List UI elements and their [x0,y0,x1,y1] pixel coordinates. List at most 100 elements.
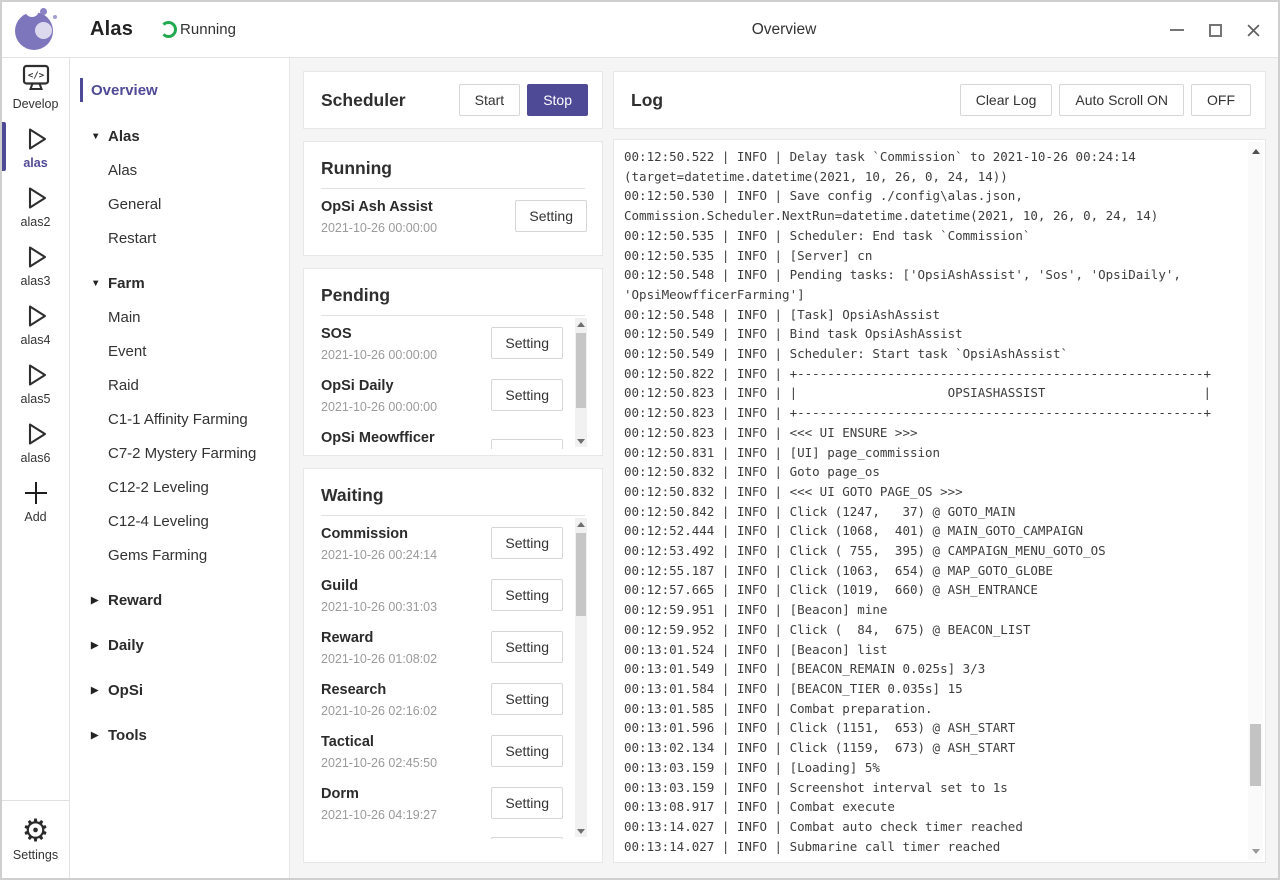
task-row: Guild 2021-10-26 00:31:03 Setting [321,568,563,620]
scrollbar-thumb[interactable] [1250,724,1261,786]
sidebar-item[interactable]: </> [2,353,69,412]
nav-item[interactable]: ▶ OpSi [70,673,289,707]
scroll-up-icon[interactable] [575,318,587,330]
minimize-button[interactable] [1158,2,1196,58]
nav-item[interactable]: Main [70,300,289,334]
sidebar-item[interactable]: </> [2,235,69,294]
nav-item[interactable]: Alas [70,153,289,187]
task-row: Tactical 2021-10-26 02:45:50 Setting [321,724,563,776]
task-row: Research 2021-10-26 02:16:02 Setting [321,672,563,724]
brand: Alas Running [2,5,236,55]
maximize-icon [1209,24,1222,37]
scroll-up-icon[interactable] [575,518,587,530]
sidebar-item-label: alas4 [21,333,51,347]
clear-log-button[interactable]: Clear Log [960,84,1053,116]
maximize-button[interactable] [1196,2,1234,58]
task-setting-button[interactable]: Setting [491,439,563,449]
task-setting-button[interactable]: Setting [491,327,563,359]
nav-item-label: Tools [108,727,147,744]
log-line: 00:12:55.187 | INFO | Click (1063, 654) … [624,561,1235,581]
close-button[interactable] [1234,2,1272,58]
nav-item[interactable]: ▼ Farm [70,266,289,300]
app-logo-icon [12,5,60,55]
sidebar-item[interactable]: </> [2,471,69,530]
scheduler-column: Scheduler Start Stop Running OpSi Ash As [290,58,613,878]
nav-item[interactable]: Raid [70,368,289,402]
log-scrollbar[interactable] [1248,142,1263,860]
sidebar-item[interactable]: </> [2,176,69,235]
nav-item[interactable]: Overview [70,72,289,108]
log-line: 00:12:50.535 | INFO | Scheduler: End tas… [624,226,1235,246]
task-setting-button[interactable]: Setting [491,787,563,819]
scroll-down-icon[interactable] [1248,844,1263,858]
nav-item[interactable]: Gems Farming [70,538,289,572]
sidebar-item[interactable]: </> [2,58,69,117]
sidebar-item[interactable]: </> [2,294,69,353]
task-setting-button[interactable]: Setting [515,200,587,232]
sidebar-item[interactable]: </> [2,412,69,471]
nav-expand-arrow-icon: ▶ [91,640,108,651]
log-line: 00:12:50.548 | INFO | [Task] OpsiAshAssi… [624,305,1235,325]
pending-scrollbar[interactable] [575,318,587,447]
auto-scroll-off-button[interactable]: OFF [1191,84,1251,116]
pending-title: Pending [321,279,587,315]
log-line: 00:12:50.823 | INFO | +-----------------… [624,403,1235,423]
log-line: 00:12:59.952 | INFO | Click ( 84, 675) @… [624,620,1235,640]
task-name: Guild [321,576,489,596]
scrollbar-thumb[interactable] [576,333,586,408]
nav-item[interactable]: Event [70,334,289,368]
task-name: SOS [321,324,489,344]
scroll-down-icon[interactable] [575,435,587,447]
task-setting-button[interactable]: Setting [491,631,563,663]
scroll-down-icon[interactable] [575,825,587,837]
nav-expand-arrow-icon: ▼ [91,131,108,142]
task-info: OpSi Ash Assist 2021-10-26 00:00:00 [321,197,489,235]
sidebar-item-label: alas2 [21,215,51,229]
task-name: Dorm [321,784,489,804]
auto-scroll-on-button[interactable]: Auto Scroll ON [1059,84,1184,116]
nav-item[interactable]: ▶ Tools [70,718,289,752]
nav-item[interactable]: General [70,187,289,221]
task-name: OpSi Meowfficer Farming [321,428,489,449]
main-panel: Scheduler Start Stop Running OpSi Ash As [290,58,1278,878]
scroll-up-icon[interactable] [1248,144,1263,158]
task-info: Tactical 2021-10-26 02:45:50 [321,732,489,770]
task-info: Guild 2021-10-26 00:31:03 [321,576,489,614]
nav-item[interactable]: ▼ Alas [70,119,289,153]
scrollbar-thumb[interactable] [576,533,586,616]
nav-item[interactable]: ▶ Reward [70,583,289,617]
nav-item[interactable]: C7-2 Mystery Farming [70,436,289,470]
task-next-run-time: 2021-10-26 00:00:00 [321,221,489,235]
nav-item[interactable]: Restart [70,221,289,255]
task-info: OpSi Meowfficer Farming [321,428,489,449]
nav-item[interactable]: C12-4 Leveling [70,504,289,538]
sidebar-item-settings[interactable]: ⚙ Settings [2,809,69,868]
task-setting-button[interactable]: Setting [491,379,563,411]
sidebar-footer: ⚙ Settings [2,800,69,878]
running-spinner-icon [160,21,177,38]
log-line: 00:12:50.549 | INFO | Bind task OpsiAshA… [624,324,1235,344]
task-setting-button[interactable]: Setting [491,683,563,715]
task-row: OpSi Meowfficer Farming Setting [321,420,563,449]
running-card: Running OpSi Ash Assist 2021-10-26 00:00… [303,141,603,256]
page-title: Overview [290,2,1278,58]
task-setting-button[interactable]: Setting [491,579,563,611]
log-line: Commission.Scheduler.NextRun=datetime.da… [624,206,1235,226]
waiting-scrollbar[interactable] [575,518,587,837]
sidebar-item[interactable]: </> [2,117,69,176]
log-line: 00:13:01.584 | INFO | [BEACON_TIER 0.035… [624,679,1235,699]
task-setting-button[interactable]: Setting [491,837,563,839]
start-button[interactable]: Start [459,84,521,116]
nav-item[interactable]: C1-1 Affinity Farming [70,402,289,436]
stop-button[interactable]: Stop [527,84,588,116]
task-name: Shop [321,836,489,839]
nav-expand-arrow-icon: ▶ [91,730,108,741]
task-setting-button[interactable]: Setting [491,735,563,767]
task-setting-button[interactable]: Setting [491,527,563,559]
log-line: 00:12:52.444 | INFO | Click (1068, 401) … [624,521,1235,541]
nav-item[interactable]: C12-2 Leveling [70,470,289,504]
task-name: Research [321,680,489,700]
task-name: Commission [321,524,489,544]
task-name: OpSi Ash Assist [321,197,489,217]
nav-item[interactable]: ▶ Daily [70,628,289,662]
